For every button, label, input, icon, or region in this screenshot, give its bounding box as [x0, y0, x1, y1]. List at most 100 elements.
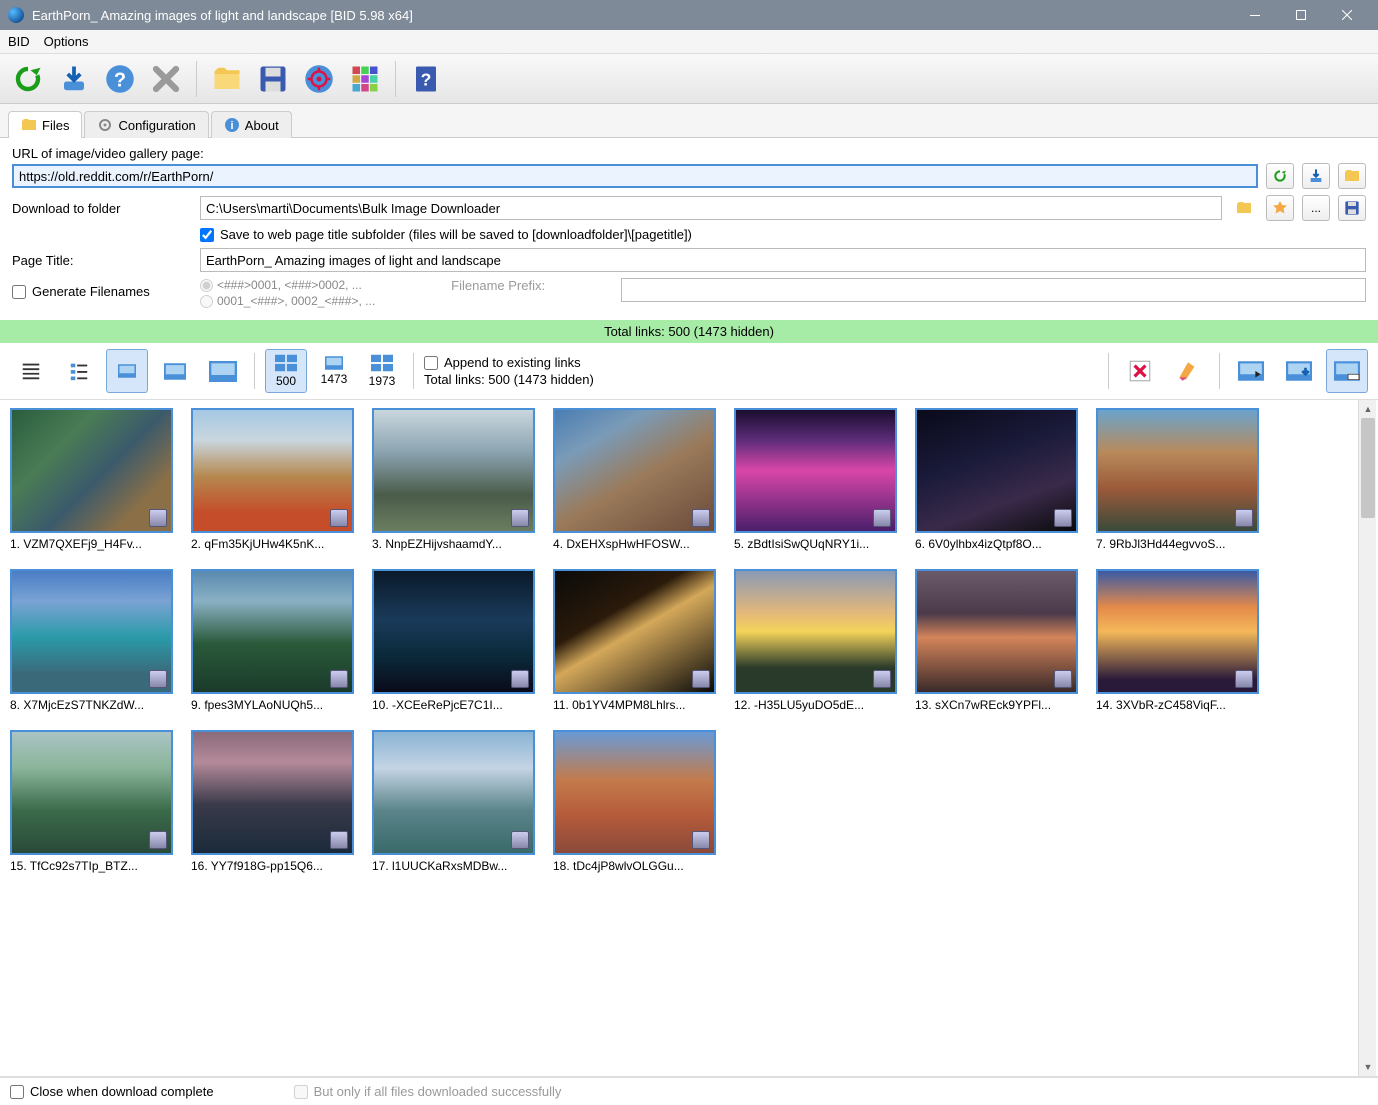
- folder-input[interactable]: [200, 196, 1222, 220]
- url-input[interactable]: [12, 164, 1258, 188]
- thumbnail-image[interactable]: [191, 569, 354, 694]
- thumbnail-item[interactable]: 2. qFm35KjUHw4K5nK...: [191, 408, 354, 551]
- save-button[interactable]: [253, 59, 293, 99]
- list-view-button[interactable]: [10, 349, 52, 393]
- thumbnail-item[interactable]: 16. YY7f918G-pp15Q6...: [191, 730, 354, 873]
- filename-prefix-input[interactable]: [621, 278, 1366, 302]
- folder-favorite-button[interactable]: [1266, 195, 1294, 221]
- thumbnail-item[interactable]: 9. fpes3MYLAoNUQh5...: [191, 569, 354, 712]
- remove-button[interactable]: [1119, 349, 1161, 393]
- maximize-button[interactable]: [1278, 0, 1324, 30]
- filter-500-button[interactable]: 500: [265, 349, 307, 393]
- thumbnail-item[interactable]: 15. TfCc92s7TIp_BTZ...: [10, 730, 173, 873]
- thumbnail-item[interactable]: 5. zBdtIsiSwQUqNRY1i...: [734, 408, 897, 551]
- thumbnail-filename: 18. tDc4jP8wlvOLGGu...: [553, 859, 716, 873]
- tab-files[interactable]: Files: [8, 111, 82, 138]
- scroll-up-icon[interactable]: ▲: [1359, 400, 1377, 418]
- filter-1473-button[interactable]: 1473: [313, 349, 355, 393]
- thumbnail-filename: 10. -XCEeRePjcE7C1I...: [372, 698, 535, 712]
- filename-pattern-2[interactable]: [200, 295, 213, 308]
- folder-open-button[interactable]: [1230, 195, 1258, 221]
- next-button[interactable]: [1230, 349, 1272, 393]
- thumbnail-item[interactable]: 8. X7MjcEzS7TNKZdW...: [10, 569, 173, 712]
- thumbnail-image[interactable]: [553, 408, 716, 533]
- filename-pattern-1[interactable]: [200, 279, 213, 292]
- download-thumb-button[interactable]: [1278, 349, 1320, 393]
- menu-bid[interactable]: BID: [8, 34, 30, 49]
- only-if-success-checkbox[interactable]: But only if all files downloaded success…: [294, 1084, 562, 1099]
- thumbnail-item[interactable]: 18. tDc4jP8wlvOLGGu...: [553, 730, 716, 873]
- thumbnail-item[interactable]: 10. -XCEeRePjcE7C1I...: [372, 569, 535, 712]
- thumbnail-filename: 6. 6V0ylhbx4izQtpf8O...: [915, 537, 1078, 551]
- save-subfolder-checkbox[interactable]: Save to web page title subfolder (files …: [200, 227, 692, 242]
- cancel-button[interactable]: [146, 59, 186, 99]
- filename-prefix-label: Filename Prefix:: [451, 278, 545, 293]
- thumbnail-image[interactable]: [191, 408, 354, 533]
- close-on-complete-checkbox[interactable]: Close when download complete: [10, 1084, 214, 1099]
- scroll-thumb[interactable]: [1361, 418, 1375, 518]
- thumbnail-item[interactable]: 7. 9RbJl3Hd44egvvoS...: [1096, 408, 1259, 551]
- minimize-button[interactable]: [1232, 0, 1278, 30]
- info-icon: i: [224, 117, 240, 133]
- folder-button[interactable]: [207, 59, 247, 99]
- thumbnail-filename: 3. NnpEZHijvshaamdY...: [372, 537, 535, 551]
- detail-view-button[interactable]: [58, 349, 100, 393]
- tab-about[interactable]: i About: [211, 111, 292, 138]
- thumbnail-image[interactable]: [10, 730, 173, 855]
- refresh-button[interactable]: [8, 59, 48, 99]
- grid-view-button[interactable]: [345, 59, 385, 99]
- thumbnail-grid[interactable]: 1. VZM7QXEFj9_H4Fv...2. qFm35KjUHw4K5nK.…: [0, 400, 1378, 1076]
- url-download-button[interactable]: [1302, 163, 1330, 189]
- thumbnail-image[interactable]: [734, 408, 897, 533]
- thumbnail-item[interactable]: 13. sXCn7wREck9YPFl...: [915, 569, 1078, 712]
- thumbnail-image[interactable]: [372, 408, 535, 533]
- append-links-checkbox[interactable]: Append to existing links: [424, 355, 594, 370]
- thumbnail-item[interactable]: 1. VZM7QXEFj9_H4Fv...: [10, 408, 173, 551]
- close-button[interactable]: [1324, 0, 1370, 30]
- url-refresh-button[interactable]: [1266, 163, 1294, 189]
- thumbnail-image[interactable]: [915, 569, 1078, 694]
- generate-filenames-check-input[interactable]: [12, 285, 26, 299]
- menu-options[interactable]: Options: [44, 34, 89, 49]
- filter-1973-button[interactable]: 1973: [361, 349, 403, 393]
- folder-save-button[interactable]: [1338, 195, 1366, 221]
- thumbnail-item[interactable]: 14. 3XVbR-zC458ViqF...: [1096, 569, 1259, 712]
- thumbnail-item[interactable]: 3. NnpEZHijvshaamdY...: [372, 408, 535, 551]
- thumbnail-image[interactable]: [1096, 569, 1259, 694]
- thumbnail-item[interactable]: 17. l1UUCKaRxsMDBw...: [372, 730, 535, 873]
- url-folder-button[interactable]: [1338, 163, 1366, 189]
- thumbnail-item[interactable]: 4. DxEHXspHwHFOSW...: [553, 408, 716, 551]
- folder-browse-button[interactable]: ...: [1302, 195, 1330, 221]
- thumbnail-item[interactable]: 6. 6V0ylhbx4izQtpf8O...: [915, 408, 1078, 551]
- download-button[interactable]: [54, 59, 94, 99]
- tab-config[interactable]: Configuration: [84, 111, 208, 138]
- thumbnail-filename: 15. TfCc92s7TIp_BTZ...: [10, 859, 173, 873]
- thumbnail-image[interactable]: [553, 569, 716, 694]
- rename-button[interactable]: [1326, 349, 1368, 393]
- thumbnail-image[interactable]: [10, 408, 173, 533]
- thumb-medium-button[interactable]: [154, 349, 196, 393]
- thumbnail-image[interactable]: [372, 569, 535, 694]
- thumbnail-item[interactable]: 12. -H35LU5yuDO5dE...: [734, 569, 897, 712]
- page-title-input[interactable]: [200, 248, 1366, 272]
- thumbnail-image[interactable]: [191, 730, 354, 855]
- manual-button[interactable]: ?: [406, 59, 446, 99]
- settings-button[interactable]: [299, 59, 339, 99]
- separator: [1219, 353, 1220, 389]
- thumbnail-image[interactable]: [553, 730, 716, 855]
- generate-filenames-checkbox[interactable]: Generate Filenames: [12, 284, 192, 299]
- scrollbar[interactable]: ▲ ▼: [1358, 400, 1376, 1076]
- thumb-large-button[interactable]: [202, 349, 244, 393]
- thumbnail-image[interactable]: [915, 408, 1078, 533]
- thumb-small-button[interactable]: [106, 349, 148, 393]
- thumbnail-image[interactable]: [372, 730, 535, 855]
- scroll-down-icon[interactable]: ▼: [1359, 1058, 1377, 1076]
- help-button[interactable]: ?: [100, 59, 140, 99]
- clear-button[interactable]: [1167, 349, 1209, 393]
- thumbnail-item[interactable]: 11. 0b1YV4MPM8Lhlrs...: [553, 569, 716, 712]
- separator: [196, 61, 197, 97]
- save-subfolder-check-input[interactable]: [200, 228, 214, 242]
- thumbnail-image[interactable]: [1096, 408, 1259, 533]
- thumbnail-image[interactable]: [734, 569, 897, 694]
- thumbnail-image[interactable]: [10, 569, 173, 694]
